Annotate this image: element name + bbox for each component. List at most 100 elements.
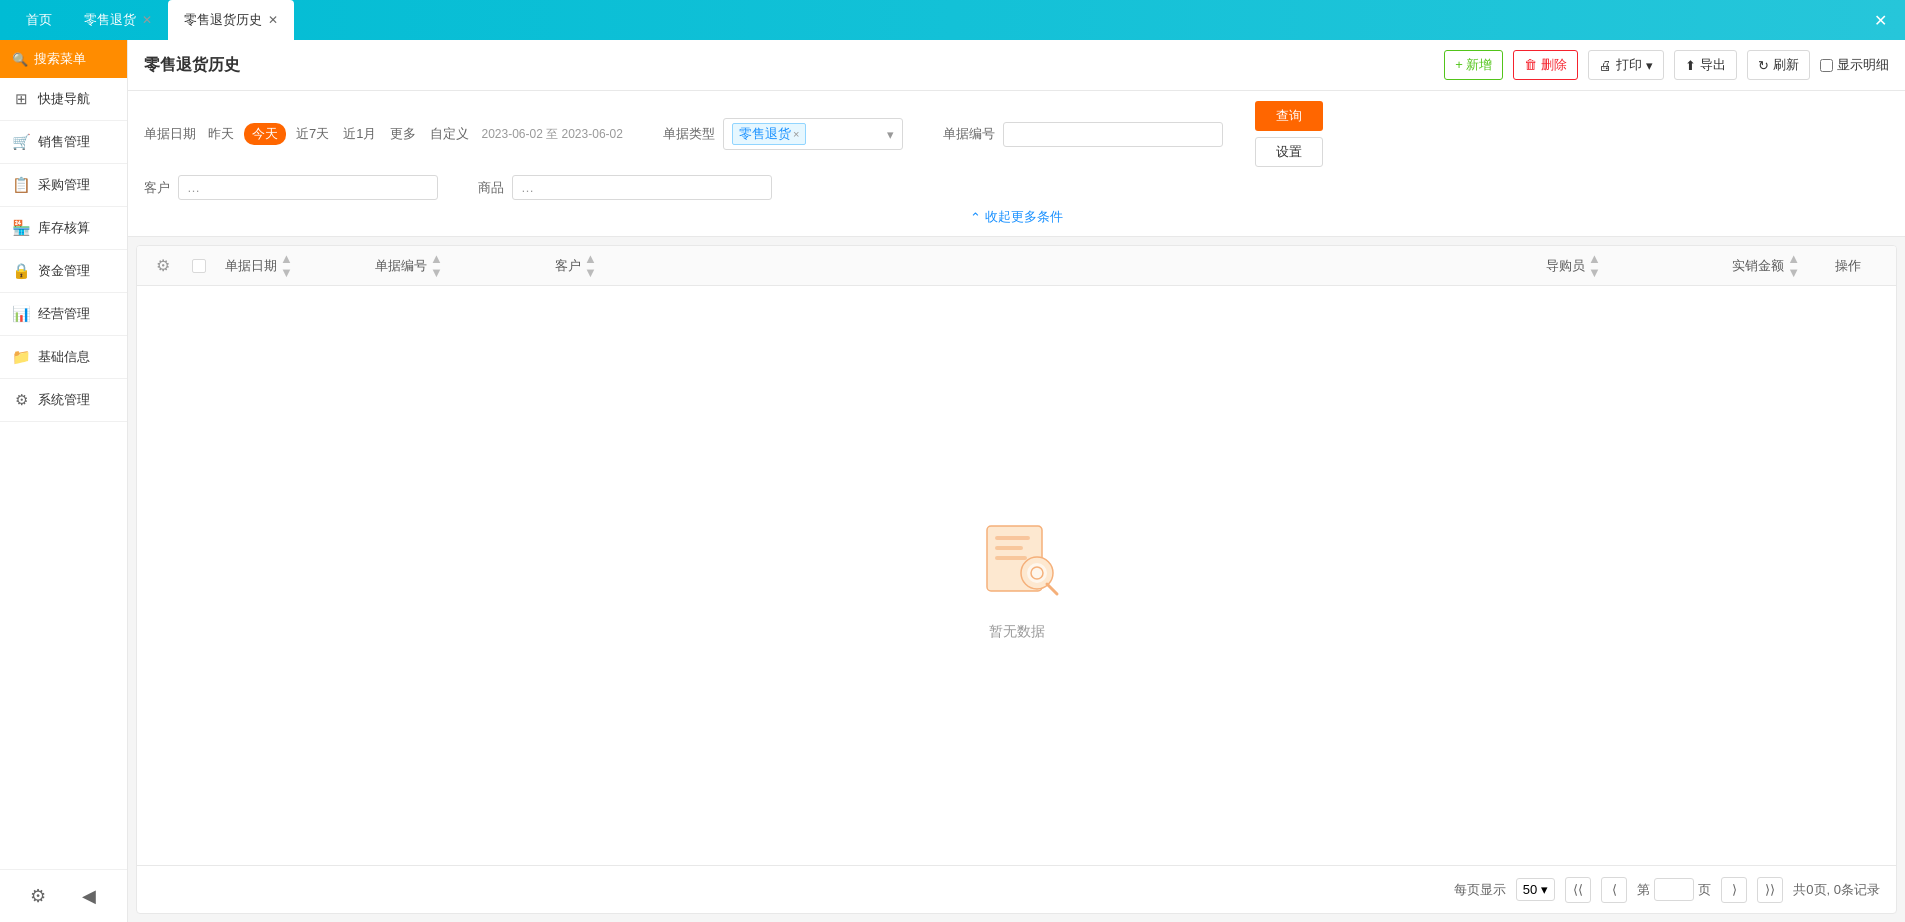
empty-icon — [967, 511, 1067, 611]
goods-input[interactable]: … — [512, 175, 772, 200]
print-button[interactable]: 🖨 打印 ▾ — [1588, 50, 1664, 80]
sidebar-search[interactable]: 🔍 搜索菜单 — [0, 40, 127, 78]
empty-text: 暂无数据 — [989, 623, 1045, 641]
tab-home-label: 首页 — [26, 11, 52, 29]
sort-down-guide: ▼ — [1588, 266, 1601, 279]
tab-retail-return[interactable]: 零售退货 ✕ — [68, 0, 168, 40]
sidebar-item-finance[interactable]: 🔒 资金管理 — [0, 250, 127, 293]
page-number-input[interactable]: 1 — [1654, 878, 1694, 901]
content-area: 零售退货历史 + 新增 🗑 删除 🖨 打印 ▾ ⬆ 导出 ↻ 刷新 — [128, 40, 1905, 922]
th-no-sort[interactable]: ▲ ▼ — [430, 252, 443, 279]
th-guide-label: 导购员 — [1546, 257, 1585, 275]
page-size-select[interactable]: 50 ▾ — [1516, 878, 1555, 901]
sidebar-item-basic-info[interactable]: 📁 基础信息 — [0, 336, 127, 379]
date-1month[interactable]: 近1月 — [339, 123, 380, 145]
sidebar-bottom: ⚙ ◀ — [0, 869, 127, 922]
svg-point-5 — [1027, 563, 1047, 583]
export-icon: ⬆ — [1685, 58, 1696, 73]
th-date-sort[interactable]: ▲ ▼ — [280, 252, 293, 279]
customer-dots: … — [187, 180, 202, 195]
sidebar-item-inventory-label: 库存核算 — [38, 219, 90, 237]
date-yesterday[interactable]: 昨天 — [204, 123, 238, 145]
th-amount: 实销金额 ▲ ▼ — [1688, 252, 1808, 279]
collapse-up-icon: ⌃ — [970, 210, 981, 225]
th-amount-sort[interactable]: ▲ ▼ — [1787, 252, 1800, 279]
date-today[interactable]: 今天 — [244, 123, 286, 145]
purchase-icon: 📋 — [12, 176, 30, 194]
date-7days[interactable]: 近7天 — [292, 123, 333, 145]
sidebar-item-finance-label: 资金管理 — [38, 262, 90, 280]
filter-date: 单据日期 昨天 今天 近7天 近1月 更多 自定义 2023-06-02 至 2… — [144, 123, 623, 145]
page-first-btn[interactable]: ⟨⟨ — [1565, 877, 1591, 903]
sidebar-item-purchase[interactable]: 📋 采购管理 — [0, 164, 127, 207]
query-button[interactable]: 查询 — [1255, 101, 1323, 131]
tab-retail-return-history-close[interactable]: ✕ — [268, 13, 278, 27]
sort-up-no: ▲ — [430, 252, 443, 265]
customer-input[interactable]: … — [178, 175, 438, 200]
export-button[interactable]: ⬆ 导出 — [1674, 50, 1737, 80]
select-all-checkbox[interactable] — [192, 259, 206, 273]
collapse-label: 收起更多条件 — [985, 208, 1063, 226]
page-last-btn[interactable]: ⟩⟩ — [1757, 877, 1783, 903]
date-shortcuts: 昨天 今天 近7天 近1月 更多 自定义 — [204, 123, 473, 145]
page-size-label: 每页显示 — [1454, 881, 1506, 899]
sidebar-settings-icon[interactable]: ⚙ — [24, 882, 52, 910]
sidebar-item-quicknav-label: 快捷导航 — [38, 90, 90, 108]
customer-label: 客户 — [144, 179, 170, 197]
date-filter-label: 单据日期 — [144, 125, 196, 143]
inventory-icon: 🏪 — [12, 219, 30, 237]
th-guide: 导购员 ▲ ▼ — [1538, 252, 1688, 279]
bill-type-tag-close[interactable]: × — [793, 128, 799, 140]
delete-button[interactable]: 🗑 删除 — [1513, 50, 1578, 80]
window-close-icon[interactable]: ✕ — [1866, 7, 1895, 34]
sidebar-item-inventory[interactable]: 🏪 库存核算 — [0, 207, 127, 250]
filter-row-2: 客户 … 商品 … — [144, 175, 1889, 200]
date-range-display: 2023-06-02 至 2023-06-02 — [481, 126, 622, 143]
bill-type-tag-label: 零售退货 — [739, 125, 791, 143]
th-check — [181, 259, 217, 273]
th-guide-sort[interactable]: ▲ ▼ — [1588, 252, 1601, 279]
tab-retail-return-close[interactable]: ✕ — [142, 13, 152, 27]
sidebar-collapse-icon[interactable]: ◀ — [75, 882, 103, 910]
bill-type-value: 零售退货 × — [732, 123, 883, 145]
th-amount-label: 实销金额 — [1732, 257, 1784, 275]
th-customer-label: 客户 — [555, 257, 581, 275]
th-customer-sort[interactable]: ▲ ▼ — [584, 252, 597, 279]
date-more[interactable]: 更多 — [386, 123, 420, 145]
bill-no-input[interactable] — [1003, 122, 1223, 147]
th-op-label: 操作 — [1835, 257, 1861, 275]
th-no: 单据编号 ▲ ▼ — [367, 252, 547, 279]
operations-icon: 📊 — [12, 305, 30, 323]
refresh-button[interactable]: ↻ 刷新 — [1747, 50, 1810, 80]
sidebar-item-system[interactable]: ⚙ 系统管理 — [0, 379, 127, 422]
quicknav-icon: ⊞ — [12, 90, 30, 108]
sidebar-item-sales[interactable]: 🛒 销售管理 — [0, 121, 127, 164]
sort-down-amount: ▼ — [1787, 266, 1800, 279]
system-icon: ⚙ — [12, 391, 30, 409]
print-icon: 🖨 — [1599, 58, 1612, 73]
print-label: 打印 — [1616, 56, 1642, 74]
bill-type-dropdown-icon: ▾ — [887, 127, 894, 142]
display-detail-checkbox[interactable] — [1820, 59, 1833, 72]
collapse-button[interactable]: ⌃ 收起更多条件 — [970, 208, 1063, 226]
tab-home[interactable]: 首页 — [10, 0, 68, 40]
setting-button[interactable]: 设置 — [1255, 137, 1323, 167]
table-area: ⚙ 单据日期 ▲ ▼ 单据编号 ▲ ▼ — [136, 245, 1897, 914]
sort-down: ▼ — [280, 266, 293, 279]
page-unit: 页 — [1698, 881, 1711, 899]
bill-type-tag: 零售退货 × — [732, 123, 806, 145]
page-next-btn[interactable]: ⟩ — [1721, 877, 1747, 903]
sidebar-item-quicknav[interactable]: ⊞ 快捷导航 — [0, 78, 127, 121]
sidebar-item-operations[interactable]: 📊 经营管理 — [0, 293, 127, 336]
bill-type-select[interactable]: 零售退货 × ▾ — [723, 118, 903, 150]
new-button[interactable]: + 新增 — [1444, 50, 1503, 80]
date-custom[interactable]: 自定义 — [426, 123, 473, 145]
page-prev-btn[interactable]: ⟨ — [1601, 877, 1627, 903]
th-customer: 客户 ▲ ▼ — [547, 252, 1538, 279]
goods-dots: … — [521, 180, 536, 195]
sort-up-guide: ▲ — [1588, 252, 1601, 265]
column-settings-icon[interactable]: ⚙ — [156, 256, 170, 275]
page-total-info: 共0页, 0条记录 — [1793, 881, 1880, 899]
tab-retail-return-history[interactable]: 零售退货历史 ✕ — [168, 0, 294, 40]
svg-rect-1 — [995, 536, 1030, 540]
